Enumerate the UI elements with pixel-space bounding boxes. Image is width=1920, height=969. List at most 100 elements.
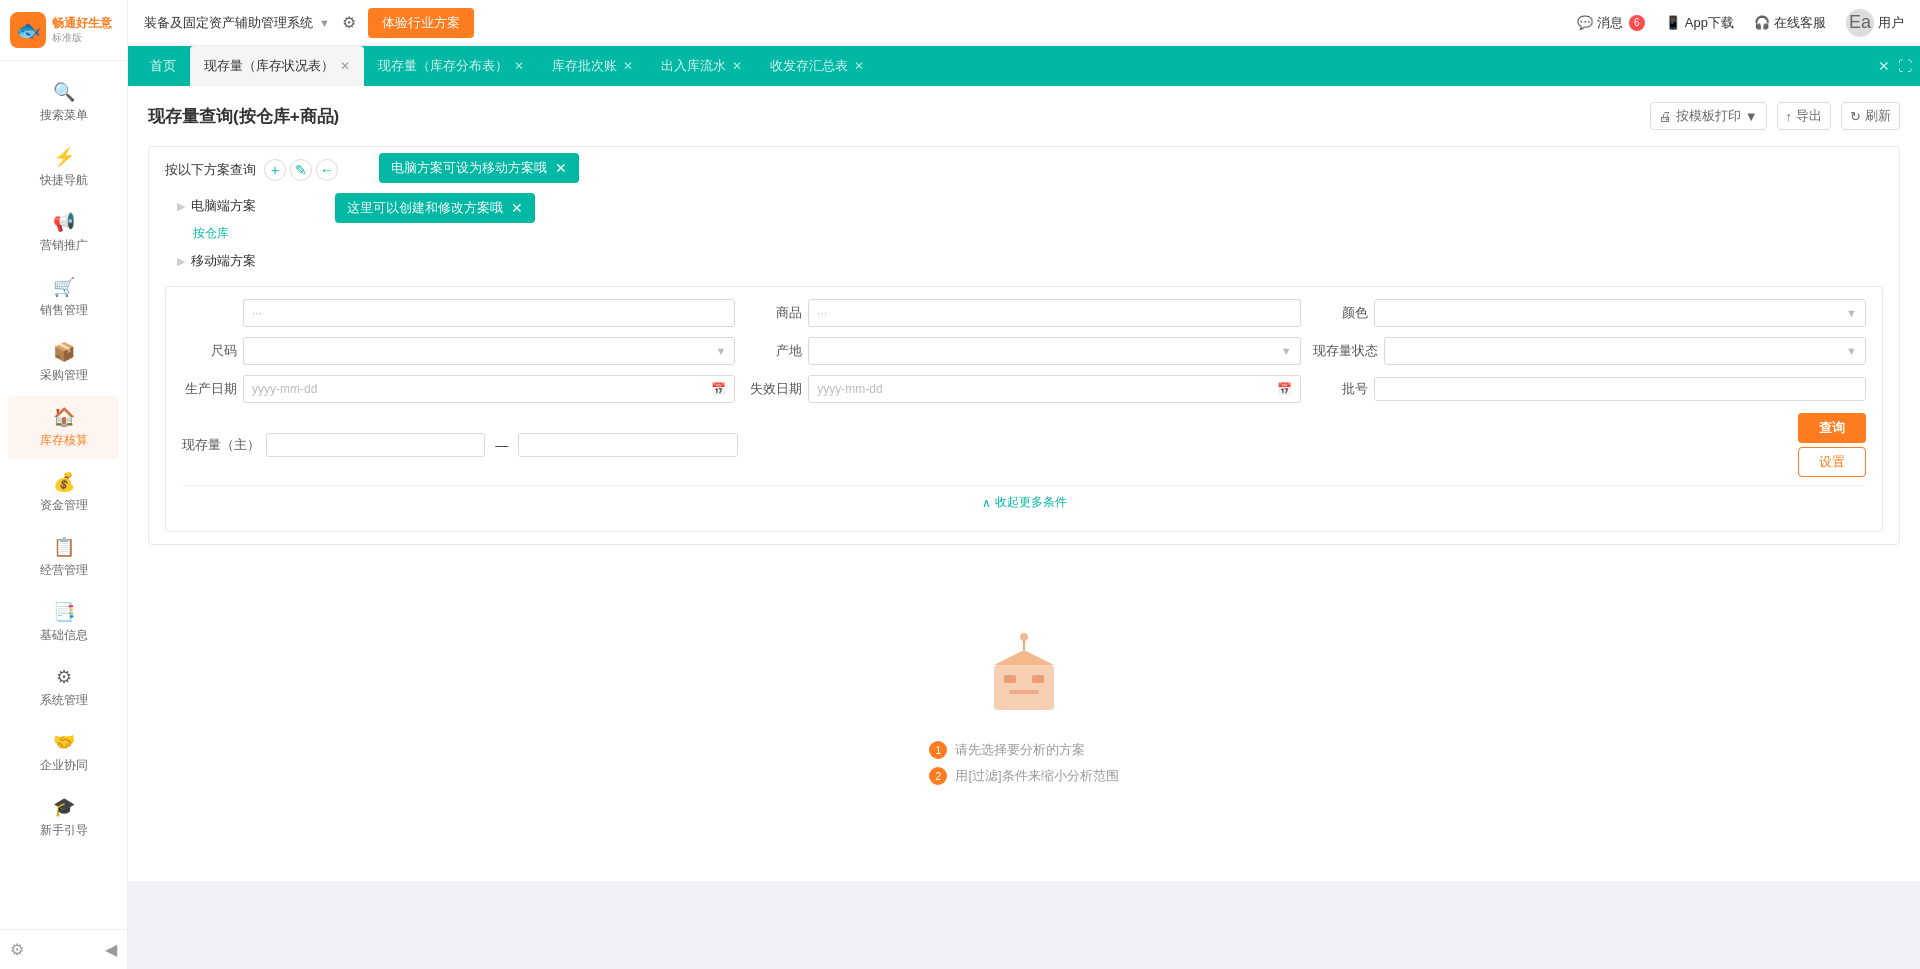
tab-stock-status[interactable]: 现存量（库存状况表） ✕ bbox=[190, 46, 364, 86]
notice-icon: 💬 bbox=[1577, 15, 1593, 30]
batch-input[interactable] bbox=[1374, 377, 1866, 401]
enterprise-icon: 🤝 bbox=[53, 731, 75, 753]
color-label: 颜色 bbox=[1313, 304, 1368, 322]
tab-stock-dist-close-icon[interactable]: ✕ bbox=[514, 59, 524, 73]
tab-maximize-btn[interactable]: ⛶ bbox=[1898, 58, 1912, 74]
search-icon: 🔍 bbox=[53, 81, 75, 103]
stock-main-to[interactable] bbox=[518, 433, 737, 457]
tip-text-1: 请先选择要分析的方案 bbox=[955, 741, 1085, 759]
tab-recv-summary-close-icon[interactable]: ✕ bbox=[854, 59, 864, 73]
operations-icon: 📋 bbox=[53, 536, 75, 558]
svg-rect-0 bbox=[994, 665, 1054, 710]
sidebar-item-newbie-label: 新手引导 bbox=[40, 822, 88, 839]
settings-button[interactable]: ⚙ bbox=[342, 13, 356, 32]
collapse-button[interactable]: ∧ 收起更多条件 bbox=[182, 485, 1866, 519]
scheme-mobile[interactable]: ▶ 移动端方案 bbox=[177, 248, 1883, 274]
range-separator: — bbox=[491, 438, 512, 453]
field-warehouse: ··· bbox=[182, 299, 735, 327]
content-area: 现存量查询(按仓库+商品) 🖨 按模板打印 ▼ ↑ 导出 ↻ 刷新 bbox=[128, 86, 1920, 969]
reset-button[interactable]: 设置 bbox=[1798, 447, 1866, 477]
sidebar-item-search-label: 搜索菜单 bbox=[40, 107, 88, 124]
filter-label: 按以下方案查询 bbox=[165, 161, 256, 179]
stock-status-input[interactable]: ▼ bbox=[1384, 337, 1866, 365]
tooltip-pc-close[interactable]: ✕ bbox=[555, 160, 567, 176]
avatar: Ea bbox=[1846, 9, 1874, 37]
refresh-btn[interactable]: ↻ 刷新 bbox=[1841, 102, 1900, 130]
size-arrow-icon: ▼ bbox=[715, 345, 726, 357]
goods-input[interactable]: ··· bbox=[808, 299, 1300, 327]
sidebar-item-search[interactable]: 🔍 搜索菜单 bbox=[8, 71, 119, 134]
stock-main-from[interactable] bbox=[266, 433, 485, 457]
page-title: 现存量查询(按仓库+商品) bbox=[148, 105, 339, 128]
sidebar-item-newbie[interactable]: 🎓 新手引导 bbox=[8, 786, 119, 849]
filter-edit-btn[interactable]: ✎ bbox=[290, 159, 312, 181]
filter-back-btn[interactable]: ← bbox=[316, 159, 338, 181]
sidebar-nav: 🔍 搜索菜单 ⚡ 快捷导航 📢 营销推广 🛒 销售管理 📦 采购管理 🏠 库存核… bbox=[0, 61, 127, 929]
refresh-icon: ↻ bbox=[1850, 109, 1861, 124]
export-label: 导出 bbox=[1796, 107, 1822, 125]
size-input[interactable]: ▼ bbox=[243, 337, 735, 365]
collapse-arrow-icon: ∧ bbox=[982, 496, 991, 510]
color-input[interactable]: ▼ bbox=[1374, 299, 1866, 327]
top-header: 装备及固定资产辅助管理系统 ▼ ⚙ 体验行业方案 💬 消息 6 📱 App下载 … bbox=[128, 0, 1920, 46]
stock-status-label: 现存量状态 bbox=[1313, 342, 1378, 360]
tab-bar-right: ✕ ⛶ bbox=[1878, 58, 1912, 74]
finance-icon: 💰 bbox=[53, 471, 75, 493]
sidebar-item-enterprise[interactable]: 🤝 企业协同 bbox=[8, 721, 119, 784]
search-button[interactable]: 查询 bbox=[1798, 413, 1866, 443]
svg-rect-4 bbox=[1009, 690, 1039, 694]
sidebar-item-purchase[interactable]: 📦 采购管理 bbox=[8, 331, 119, 394]
field-color: 颜色 ▼ bbox=[1313, 299, 1866, 327]
tooltip-create-close[interactable]: ✕ bbox=[511, 200, 523, 216]
sidebar-item-operations-label: 经营管理 bbox=[40, 562, 88, 579]
goods-dots: ··· bbox=[817, 306, 827, 320]
scheme-pc-label: 电脑端方案 bbox=[191, 197, 256, 215]
sidebar-item-quicknav[interactable]: ⚡ 快捷导航 bbox=[8, 136, 119, 199]
sidebar-item-basic[interactable]: 📑 基础信息 bbox=[8, 591, 119, 654]
industry-button[interactable]: 体验行业方案 bbox=[368, 8, 474, 38]
tab-batch-ledger[interactable]: 库存批次账 ✕ bbox=[538, 46, 647, 86]
export-btn[interactable]: ↑ 导出 bbox=[1777, 102, 1832, 130]
sidebar-item-finance[interactable]: 💰 资金管理 bbox=[8, 461, 119, 524]
sidebar-item-operations[interactable]: 📋 经营管理 bbox=[8, 526, 119, 589]
expire-date-input[interactable]: yyyy-mm-dd 📅 bbox=[808, 375, 1300, 403]
online-service-item[interactable]: 🎧 在线客服 bbox=[1754, 14, 1826, 32]
sidebar-item-sales[interactable]: 🛒 销售管理 bbox=[8, 266, 119, 329]
tab-home[interactable]: 首页 bbox=[136, 46, 190, 86]
tip-num-1: 1 bbox=[929, 741, 947, 759]
print-btn[interactable]: 🖨 按模板打印 ▼ bbox=[1650, 102, 1767, 130]
tab-in-out-flow-close-icon[interactable]: ✕ bbox=[732, 59, 742, 73]
sidebar-item-basic-label: 基础信息 bbox=[40, 627, 88, 644]
tab-stock-status-close-icon[interactable]: ✕ bbox=[340, 59, 350, 73]
app-download-item[interactable]: 📱 App下载 bbox=[1665, 14, 1734, 32]
sidebar-item-system[interactable]: ⚙ 系统管理 bbox=[8, 656, 119, 719]
user-item[interactable]: Ea 用户 bbox=[1846, 9, 1904, 37]
sidebar-item-marketing[interactable]: 📢 营销推广 bbox=[8, 201, 119, 264]
scheme-warehouse-label: 按仓库 bbox=[193, 225, 229, 242]
notice-label: 消息 bbox=[1597, 14, 1623, 32]
empty-state: 1 请先选择要分析的方案 2 用[过滤]条件来缩小分析范围 bbox=[148, 545, 1900, 865]
prod-date-input[interactable]: yyyy-mm-dd 📅 bbox=[243, 375, 735, 403]
tab-stock-dist[interactable]: 现存量（库存分布表） ✕ bbox=[364, 46, 538, 86]
tab-close-all-btn[interactable]: ✕ bbox=[1878, 58, 1890, 74]
sales-icon: 🛒 bbox=[53, 276, 75, 298]
filter-section: 按以下方案查询 + ✎ ← 电脑方案可设为移动方案哦 ✕ bbox=[148, 146, 1900, 545]
tab-recv-summary[interactable]: 收发存汇总表 ✕ bbox=[756, 46, 878, 86]
quicknav-icon: ⚡ bbox=[53, 146, 75, 168]
scheme-warehouse[interactable]: 按仓库 bbox=[177, 221, 1883, 246]
sidebar-settings-btn[interactable]: ⚙ bbox=[10, 940, 24, 959]
notice-item[interactable]: 💬 消息 6 bbox=[1577, 14, 1645, 32]
warehouse-input[interactable]: ··· bbox=[243, 299, 735, 327]
origin-input[interactable]: ▼ bbox=[808, 337, 1300, 365]
page-container: 现存量查询(按仓库+商品) 🖨 按模板打印 ▼ ↑ 导出 ↻ 刷新 bbox=[128, 86, 1920, 881]
sidebar-item-stock[interactable]: 🏠 库存核算 bbox=[8, 396, 119, 459]
sidebar-item-stock-label: 库存核算 bbox=[40, 432, 88, 449]
newbie-icon: 🎓 bbox=[53, 796, 75, 818]
sidebar-collapse-btn[interactable]: ◀ bbox=[105, 940, 117, 959]
tab-in-out-flow[interactable]: 出入库流水 ✕ bbox=[647, 46, 756, 86]
system-selector[interactable]: 装备及固定资产辅助管理系统 ▼ bbox=[144, 14, 330, 32]
marketing-icon: 📢 bbox=[53, 211, 75, 233]
tab-batch-ledger-close-icon[interactable]: ✕ bbox=[623, 59, 633, 73]
filter-add-btn[interactable]: + bbox=[264, 159, 286, 181]
export-icon: ↑ bbox=[1786, 109, 1793, 124]
